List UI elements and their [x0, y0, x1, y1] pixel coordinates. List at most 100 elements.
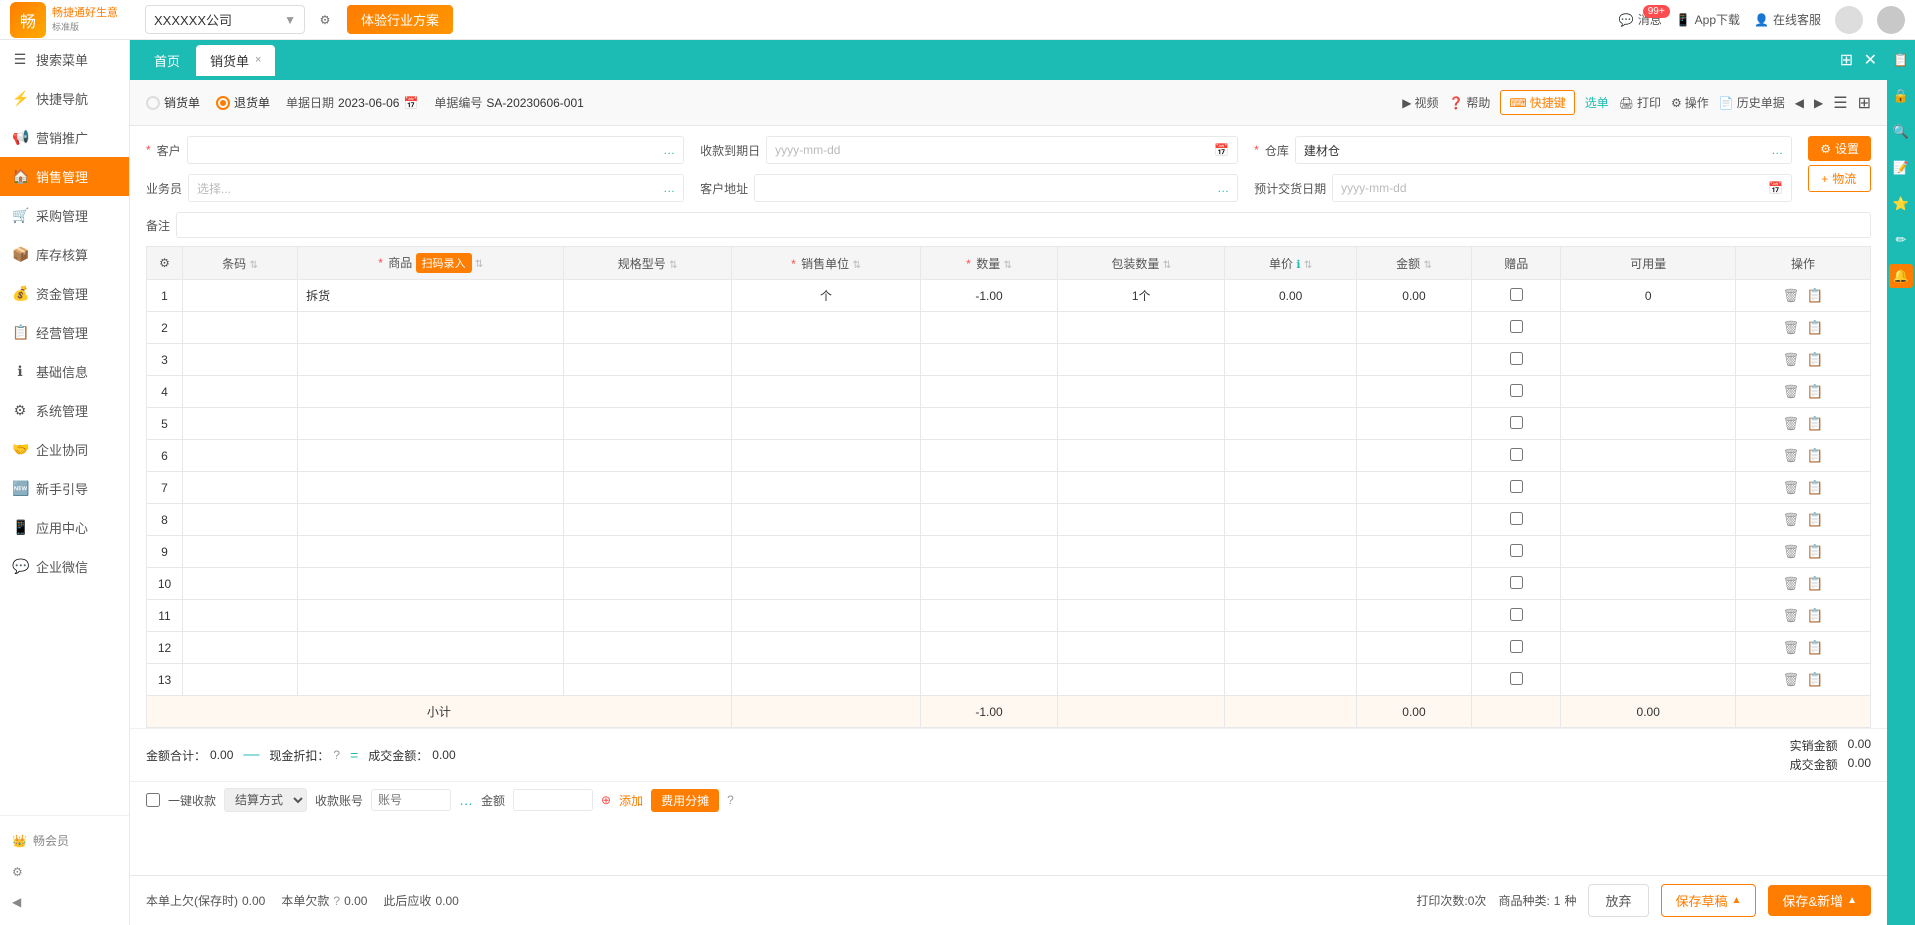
unit-sort-icon[interactable]: ⇅ — [852, 260, 860, 271]
right-panel-star[interactable]: ⭐ — [1889, 192, 1913, 216]
sidebar-item-quick-nav[interactable]: ⚡ 快捷导航 — [0, 79, 129, 118]
sidebar-item-inventory[interactable]: 📦 库存核算 — [0, 235, 129, 274]
tool-print[interactable]: 🖨 打印 — [1619, 94, 1661, 111]
sidebar-item-purchase[interactable]: 🛒 采购管理 — [0, 196, 129, 235]
cell-product-8[interactable] — [298, 536, 564, 568]
sidebar-item-sales[interactable]: 🏠 销售管理 — [0, 157, 129, 196]
tab-close-icon[interactable]: × — [255, 54, 261, 66]
add-payment-label[interactable]: 添加 — [619, 792, 643, 809]
company-selector[interactable]: XXXXXX公司 ▼ — [145, 5, 305, 34]
cell-barcode-1[interactable] — [183, 312, 298, 344]
cell-unit-9[interactable] — [731, 568, 920, 600]
avatar-2[interactable] — [1877, 6, 1905, 34]
sidebar-item-business[interactable]: 📋 经营管理 — [0, 313, 129, 352]
cell-product-1[interactable] — [298, 312, 564, 344]
cell-spec-3[interactable] — [564, 376, 731, 408]
payment-help-icon[interactable]: ? — [727, 793, 734, 807]
cell-price-1[interactable] — [1225, 312, 1356, 344]
copy-row-btn-1[interactable]: 📋 — [1805, 318, 1826, 338]
tool-operate[interactable]: ⚙ 操作 — [1671, 94, 1709, 111]
tool-prev[interactable]: ◀ — [1795, 96, 1804, 110]
copy-row-btn-5[interactable]: 📋 — [1805, 446, 1826, 466]
cell-gift-11[interactable] — [1471, 632, 1560, 664]
cell-pkg-10[interactable] — [1058, 600, 1225, 632]
sidebar-item-apps[interactable]: 📱 应用中心 — [0, 508, 129, 547]
delete-row-btn-7[interactable]: 🗑 — [1781, 510, 1802, 530]
cell-qty-1[interactable] — [921, 312, 1058, 344]
cell-unit-8[interactable] — [731, 536, 920, 568]
online-service-btn[interactable]: 👤 在线客服 — [1754, 11, 1821, 28]
cell-qty-8[interactable] — [921, 536, 1058, 568]
cell-qty-7[interactable] — [921, 504, 1058, 536]
cell-qty-6[interactable] — [921, 472, 1058, 504]
payment-amount-input[interactable] — [513, 789, 593, 811]
cell-amount-8[interactable] — [1356, 536, 1471, 568]
message-btn[interactable]: 💬 消息 99+ — [1619, 11, 1662, 28]
delete-row-btn-10[interactable]: 🗑 — [1781, 606, 1802, 626]
cell-pkg-4[interactable] — [1058, 408, 1225, 440]
right-panel-clipboard[interactable]: 📋 — [1889, 48, 1913, 72]
cell-amount-12[interactable] — [1356, 664, 1471, 696]
cell-barcode-0[interactable] — [183, 280, 298, 312]
copy-row-btn-12[interactable]: 📋 — [1805, 670, 1826, 690]
copy-row-btn-0[interactable]: 📋 — [1805, 286, 1826, 306]
tab-list-icon[interactable]: ⊞ — [1840, 52, 1853, 69]
cell-barcode-3[interactable] — [183, 376, 298, 408]
tool-select[interactable]: 选单 — [1585, 94, 1609, 111]
cell-gift-0[interactable] — [1471, 280, 1560, 312]
cell-spec-11[interactable] — [564, 632, 731, 664]
right-panel-note[interactable]: 📝 — [1889, 156, 1913, 180]
cell-qty-5[interactable] — [921, 440, 1058, 472]
expected-date-cal-icon[interactable]: 📅 — [1768, 181, 1783, 195]
save-draft-button[interactable]: 保存草稿 ▲ — [1661, 884, 1757, 917]
cell-gift-10[interactable] — [1471, 600, 1560, 632]
cell-product-5[interactable] — [298, 440, 564, 472]
cell-unit-0[interactable]: 个 — [731, 280, 920, 312]
cell-price-7[interactable] — [1225, 504, 1356, 536]
cell-spec-8[interactable] — [564, 536, 731, 568]
cell-amount-5[interactable] — [1356, 440, 1471, 472]
tab-close-all-icon[interactable]: ✕ — [1864, 52, 1877, 69]
cell-gift-7[interactable] — [1471, 504, 1560, 536]
sidebar-collapse-btn[interactable]: ◀ — [0, 887, 129, 917]
due-date-cal-icon[interactable]: 📅 — [1214, 143, 1229, 157]
tab-sales-order[interactable]: 销货单 × — [196, 45, 275, 76]
copy-row-btn-11[interactable]: 📋 — [1805, 638, 1826, 658]
cell-pkg-2[interactable] — [1058, 344, 1225, 376]
tool-video[interactable]: ▶ 视频 — [1402, 94, 1438, 111]
quick-payment-checkbox[interactable] — [146, 793, 160, 807]
customer-input[interactable]: … — [187, 136, 684, 164]
cell-spec-7[interactable] — [564, 504, 731, 536]
barcode-sort-icon[interactable]: ⇅ — [250, 260, 258, 271]
cell-qty-10[interactable] — [921, 600, 1058, 632]
cell-price-5[interactable] — [1225, 440, 1356, 472]
cell-amount-3[interactable] — [1356, 376, 1471, 408]
copy-row-btn-3[interactable]: 📋 — [1805, 382, 1826, 402]
th-settings[interactable]: ⚙ — [147, 247, 183, 280]
account-dots[interactable]: … — [459, 792, 473, 808]
cell-product-9[interactable] — [298, 568, 564, 600]
settings-button[interactable]: ⚙ 设置 — [1808, 136, 1871, 161]
cell-unit-4[interactable] — [731, 408, 920, 440]
cell-amount-2[interactable] — [1356, 344, 1471, 376]
cell-barcode-11[interactable] — [183, 632, 298, 664]
delete-row-btn-12[interactable]: 🗑 — [1781, 670, 1802, 690]
cell-amount-11[interactable] — [1356, 632, 1471, 664]
sidebar-item-wechat[interactable]: 💬 企业微信 — [0, 547, 129, 586]
copy-row-btn-7[interactable]: 📋 — [1805, 510, 1826, 530]
cell-product-11[interactable] — [298, 632, 564, 664]
cell-spec-9[interactable] — [564, 568, 731, 600]
cell-gift-2[interactable] — [1471, 344, 1560, 376]
cell-amount-1[interactable] — [1356, 312, 1471, 344]
cell-qty-4[interactable] — [921, 408, 1058, 440]
cell-pkg-9[interactable] — [1058, 568, 1225, 600]
cell-price-10[interactable] — [1225, 600, 1356, 632]
cell-price-2[interactable] — [1225, 344, 1356, 376]
cell-spec-5[interactable] — [564, 440, 731, 472]
cell-gift-3[interactable] — [1471, 376, 1560, 408]
warehouse-input[interactable]: 建材仓 … — [1295, 136, 1792, 164]
cell-spec-12[interactable] — [564, 664, 731, 696]
cell-pkg-0[interactable]: 1个 — [1058, 280, 1225, 312]
sidebar-item-collab[interactable]: 🤝 企业协同 — [0, 430, 129, 469]
add-payment-icon[interactable]: ⊕ — [601, 793, 611, 807]
